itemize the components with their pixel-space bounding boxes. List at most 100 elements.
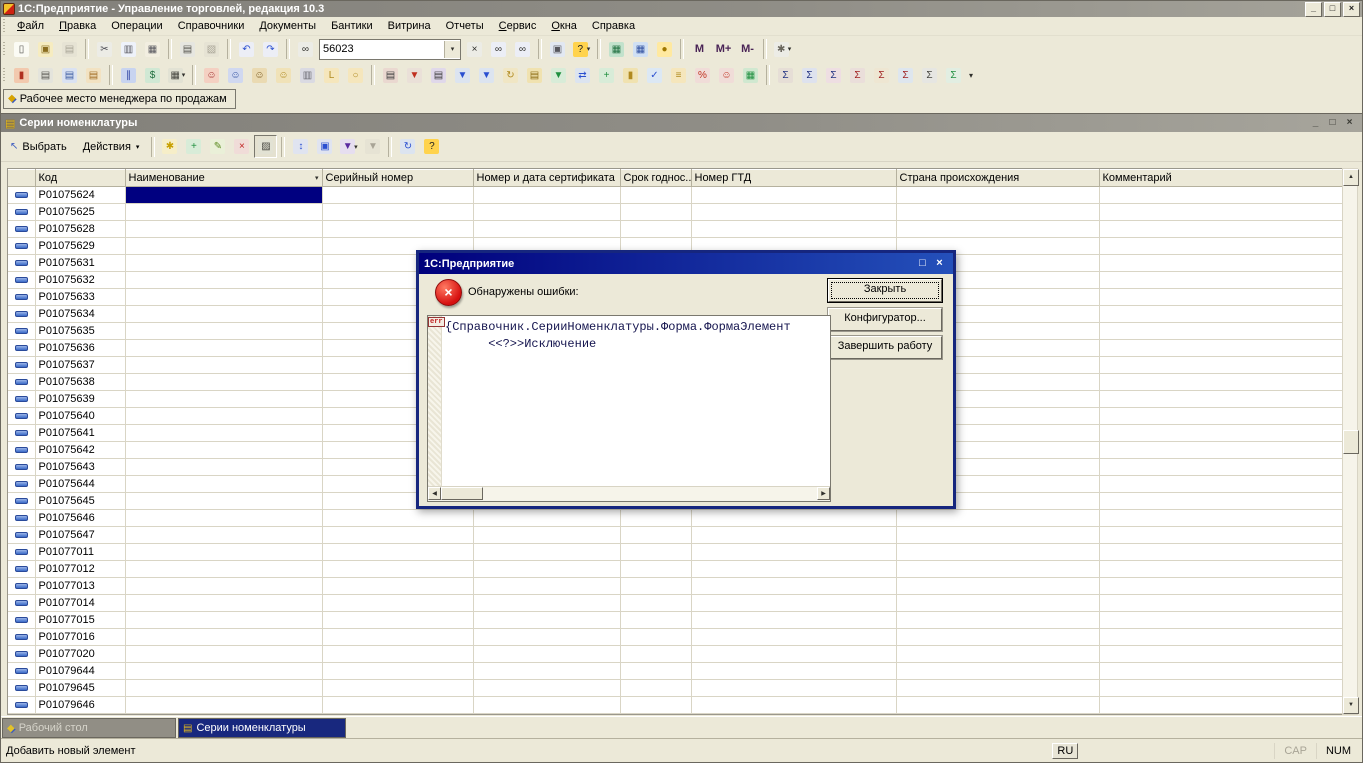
empty-cell[interactable]	[1099, 288, 1343, 306]
row-marker-cell[interactable]	[8, 492, 36, 510]
empty-cell[interactable]	[125, 662, 323, 680]
scroll-right-icon[interactable]: ▶	[817, 487, 830, 500]
empty-cell[interactable]	[1099, 390, 1343, 408]
sigma-cube-blue-icon[interactable]: Σ	[894, 64, 917, 87]
print-form-orange-icon[interactable]: ▤	[82, 64, 105, 87]
empty-cell[interactable]	[473, 220, 621, 238]
clear-find-icon[interactable]: ×	[463, 38, 486, 61]
empty-cell[interactable]	[896, 560, 1100, 578]
code-cell[interactable]: P01077014	[35, 594, 126, 612]
empty-cell[interactable]	[125, 373, 323, 391]
empty-cell[interactable]	[473, 594, 621, 612]
empty-cell[interactable]	[691, 186, 897, 204]
empty-cell[interactable]	[1099, 271, 1343, 289]
table-row[interactable]: P01079646	[8, 696, 1343, 714]
coins-turnover-icon[interactable]: ↻	[499, 64, 522, 87]
dropdown-caret-icon[interactable]: ▾	[788, 45, 792, 53]
empty-cell[interactable]	[125, 594, 323, 612]
board-icon[interactable]: ▦	[605, 38, 628, 61]
scroll-left-icon[interactable]: ◀	[428, 487, 441, 500]
menu-item[interactable]: Документы	[252, 18, 323, 34]
close-icon[interactable]: ×	[1343, 1, 1360, 17]
empty-cell[interactable]	[473, 186, 621, 204]
menu-item[interactable]: Витрина	[381, 18, 438, 34]
dialog-restore-icon[interactable]: □	[914, 256, 931, 271]
empty-cell[interactable]	[1099, 305, 1343, 323]
configurator-button[interactable]: Конфигуратор...	[828, 308, 942, 331]
help-button-icon[interactable]: ?	[420, 135, 443, 158]
scrollbar-thumb[interactable]	[441, 487, 483, 500]
edit-item-icon[interactable]: ✎	[206, 135, 229, 158]
empty-cell[interactable]	[896, 509, 1100, 527]
table-row[interactable]: P01079645	[8, 679, 1343, 697]
row-marker-cell[interactable]	[8, 611, 36, 629]
order-cart-red-icon[interactable]: ▤	[379, 64, 402, 87]
find-icon[interactable]: ∞	[294, 38, 317, 61]
empty-cell[interactable]	[125, 441, 323, 459]
empty-cell[interactable]	[1099, 475, 1343, 493]
empty-cell[interactable]	[1099, 322, 1343, 340]
sigma-cube-red-icon[interactable]: Σ	[846, 64, 869, 87]
empty-cell[interactable]	[691, 577, 897, 595]
sigma-pages-icon[interactable]: Σ	[918, 64, 941, 87]
empty-cell[interactable]	[125, 203, 323, 221]
customer-cart-icon[interactable]: ☺	[224, 64, 247, 87]
code-cell[interactable]: P01079645	[35, 679, 126, 697]
sigma-customer-blue-icon[interactable]: Σ	[798, 64, 821, 87]
empty-cell[interactable]	[1099, 560, 1343, 578]
empty-cell[interactable]	[1099, 186, 1343, 204]
redo-icon[interactable]: ↷	[259, 38, 282, 61]
empty-cell[interactable]	[620, 611, 692, 629]
empty-cell[interactable]	[1099, 611, 1343, 629]
code-cell[interactable]: P01077020	[35, 645, 126, 663]
empty-cell[interactable]	[620, 696, 692, 714]
code-cell[interactable]: P01075624	[35, 186, 126, 204]
row-marker-cell[interactable]	[8, 237, 36, 255]
sigma-cube-gold-icon[interactable]: Σ	[870, 64, 893, 87]
doc-gold-icon[interactable]: ▮	[619, 64, 642, 87]
column-header[interactable]: Наименование ▾	[125, 169, 323, 187]
empty-cell[interactable]	[322, 662, 474, 680]
code-cell[interactable]: P01075638	[35, 373, 126, 391]
doc-reserve-icon[interactable]: ▤	[523, 64, 546, 87]
column-header[interactable]: Номер и дата сертификата	[473, 169, 621, 187]
empty-cell[interactable]	[1099, 458, 1343, 476]
empty-cell[interactable]	[1099, 424, 1343, 442]
empty-cell[interactable]	[473, 628, 621, 646]
empty-cell[interactable]	[125, 424, 323, 442]
mdi-close-icon[interactable]: ×	[1341, 116, 1358, 130]
code-cell[interactable]: P01075647	[35, 526, 126, 544]
empty-cell[interactable]	[322, 509, 474, 527]
empty-cell[interactable]	[322, 560, 474, 578]
table-row[interactable]: P01077013	[8, 577, 1343, 595]
dialog-close-icon[interactable]: ×	[931, 256, 948, 271]
doc-arrow-blue-icon[interactable]: ▼	[451, 64, 474, 87]
table-row[interactable]: P01077015	[8, 611, 1343, 629]
empty-cell[interactable]	[322, 203, 474, 221]
workspace-tab[interactable]: ◆ Рабочее место менеджера по продажам	[3, 89, 236, 109]
empty-cell[interactable]	[125, 220, 323, 238]
empty-cell[interactable]	[125, 407, 323, 425]
table-row[interactable]: P01077016	[8, 628, 1343, 646]
code-cell[interactable]: P01077015	[35, 611, 126, 629]
actions-button[interactable]: Действия ▾	[76, 139, 147, 155]
empty-cell[interactable]	[691, 645, 897, 663]
empty-cell[interactable]	[896, 186, 1100, 204]
empty-cell[interactable]	[322, 628, 474, 646]
row-marker-cell[interactable]	[8, 288, 36, 306]
empty-cell[interactable]	[125, 475, 323, 493]
language-indicator[interactable]: RU	[1052, 742, 1079, 759]
empty-cell[interactable]	[125, 271, 323, 289]
empty-cell[interactable]	[322, 220, 474, 238]
empty-cell[interactable]	[896, 203, 1100, 221]
print-form-blue-icon[interactable]: ▤	[58, 64, 81, 87]
row-marker-cell[interactable]	[8, 424, 36, 442]
coins-icon[interactable]: ○	[344, 64, 367, 87]
table-row[interactable]: P01075624	[8, 186, 1343, 204]
table-row[interactable]: P01077012	[8, 560, 1343, 578]
empty-cell[interactable]	[620, 679, 692, 697]
toolbar-overflow-icon[interactable]: ▾	[966, 71, 976, 80]
sigma-check-icon[interactable]: Σ	[942, 64, 965, 87]
doc-approve-icon[interactable]: ✓	[643, 64, 666, 87]
row-marker-cell[interactable]	[8, 679, 36, 697]
